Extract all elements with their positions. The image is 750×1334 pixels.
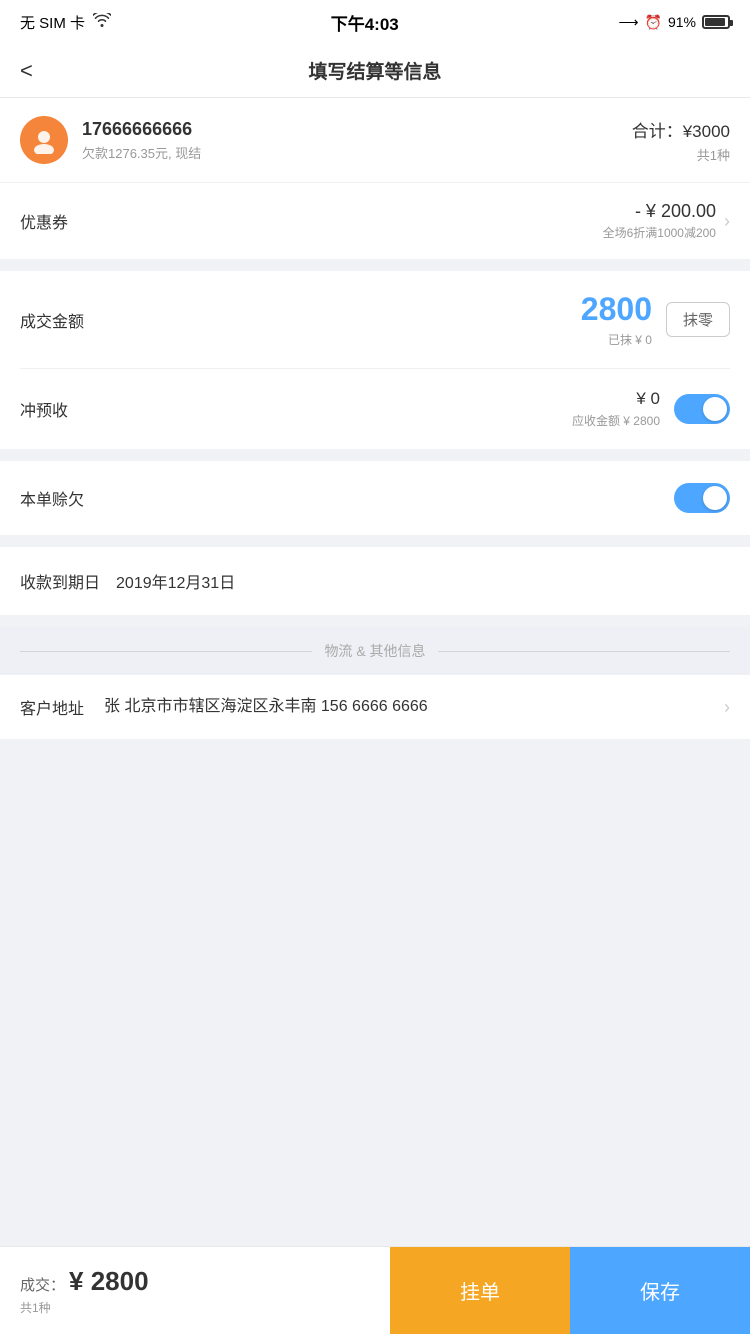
- offset-amounts: ¥ 0 应收金额 ¥ 2800: [572, 389, 660, 429]
- customer-debt: 欠款1276.35元, 现结: [82, 143, 201, 162]
- bottom-tx-amount: ¥ 2800: [69, 1266, 149, 1297]
- location-icon: ⟶: [618, 14, 638, 31]
- back-button[interactable]: <: [20, 58, 33, 84]
- transaction-label: 成交金额: [20, 308, 84, 332]
- wifi-icon: [93, 13, 111, 31]
- transaction-section: 成交金额 2800 已抹 ¥ 0 抹零 冲预收 ¥ 0 应收金额 ¥ 2800: [0, 271, 750, 449]
- coupon-amount: - ¥ 200.00: [603, 201, 716, 222]
- bottom-summary: 成交： ¥ 2800 共1种: [0, 1266, 390, 1316]
- coupon-desc: 全场6折满1000减200: [603, 224, 716, 241]
- transaction-amount: 2800: [581, 291, 652, 328]
- offset-toggle[interactable]: [674, 394, 730, 424]
- transaction-amount-col: 2800 已抹 ¥ 0: [581, 291, 652, 348]
- customer-right: 合计：¥3000 共1种: [632, 117, 730, 164]
- status-bar: 无 SIM 卡 下午4:03 ⟶ ⏰ 91%: [0, 0, 750, 44]
- debt-section: 本单赊欠: [0, 461, 750, 535]
- customer-info: 17666666666 欠款1276.35元, 现结: [82, 119, 201, 162]
- transaction-right: 2800 已抹 ¥ 0 抹零: [581, 291, 730, 348]
- coupon-chevron-icon: ›: [724, 211, 730, 232]
- address-row[interactable]: 客户地址 张 北京市市辖区海淀区永丰南 156 6666 6666 ›: [0, 675, 750, 739]
- due-date-section: 收款到期日 2019年12月31日: [0, 547, 750, 615]
- offset-right: ¥ 0 应收金额 ¥ 2800: [572, 389, 730, 429]
- offset-zero: ¥ 0: [572, 389, 660, 409]
- divider-line-left: [20, 651, 312, 652]
- spacer: [0, 751, 750, 951]
- zero-button[interactable]: 抹零: [666, 302, 730, 337]
- debt-label: 本单赊欠: [20, 486, 84, 510]
- page-title: 填写结算等信息: [308, 57, 441, 84]
- offset-row: 冲预收 ¥ 0 应收金额 ¥ 2800: [20, 369, 730, 449]
- status-left: 无 SIM 卡: [20, 12, 111, 33]
- avatar: [20, 116, 68, 164]
- divider-line-right: [438, 651, 730, 652]
- pending-button[interactable]: 挂单: [390, 1247, 570, 1334]
- battery-icon: [702, 15, 730, 29]
- address-label: 客户地址: [20, 695, 84, 719]
- logistics-divider: 物流 & 其他信息: [0, 627, 750, 675]
- carrier-text: 无 SIM 卡: [20, 12, 85, 33]
- customer-left: 17666666666 欠款1276.35元, 现结: [20, 116, 201, 164]
- customer-row: 17666666666 欠款1276.35元, 现结 合计：¥3000 共1种: [0, 98, 750, 182]
- offset-label: 冲预收: [20, 397, 68, 421]
- bottom-count: 共1种: [20, 1299, 370, 1316]
- due-date-label: 收款到期日: [20, 569, 100, 593]
- coupon-right: - ¥ 200.00 全场6折满1000减200 ›: [603, 201, 730, 241]
- status-right: ⟶ ⏰ 91%: [618, 14, 730, 31]
- coupon-detail: - ¥ 200.00 全场6折满1000减200: [603, 201, 716, 241]
- alarm-icon: ⏰: [645, 14, 662, 31]
- bottom-bar: 成交： ¥ 2800 共1种 挂单 保存: [0, 1246, 750, 1334]
- address-value: 张 北京市市辖区海淀区永丰南 156 6666 6666: [104, 695, 714, 719]
- transaction-row: 成交金额 2800 已抹 ¥ 0 抹零: [20, 271, 730, 369]
- divider-label: 物流 & 其他信息: [324, 641, 425, 661]
- transaction-sub: 已抹 ¥ 0: [581, 331, 652, 348]
- save-button[interactable]: 保存: [570, 1247, 750, 1334]
- coupon-row[interactable]: 优惠券 - ¥ 200.00 全场6折满1000减200 ›: [0, 182, 750, 259]
- coupon-label: 优惠券: [20, 209, 68, 233]
- offset-receivable: 应收金额 ¥ 2800: [572, 412, 660, 429]
- nav-bar: < 填写结算等信息: [0, 44, 750, 98]
- due-date-row: 收款到期日 2019年12月31日: [0, 547, 750, 615]
- customer-section: 17666666666 欠款1276.35元, 现结 合计：¥3000 共1种 …: [0, 98, 750, 259]
- address-chevron-icon: ›: [724, 697, 730, 718]
- status-time: 下午4:03: [331, 10, 399, 35]
- debt-toggle[interactable]: [674, 483, 730, 513]
- due-date-value: 2019年12月31日: [116, 569, 235, 593]
- debt-row: 本单赊欠: [0, 461, 750, 535]
- bottom-tx-label: 成交：: [20, 1274, 65, 1295]
- customer-total: 合计：¥3000: [632, 117, 730, 142]
- address-section: 客户地址 张 北京市市辖区海淀区永丰南 156 6666 6666 ›: [0, 675, 750, 739]
- customer-count: 共1种: [632, 145, 730, 164]
- content: 17666666666 欠款1276.35元, 现结 合计：¥3000 共1种 …: [0, 98, 750, 1051]
- customer-phone: 17666666666: [82, 119, 201, 140]
- battery-percent: 91%: [668, 14, 696, 30]
